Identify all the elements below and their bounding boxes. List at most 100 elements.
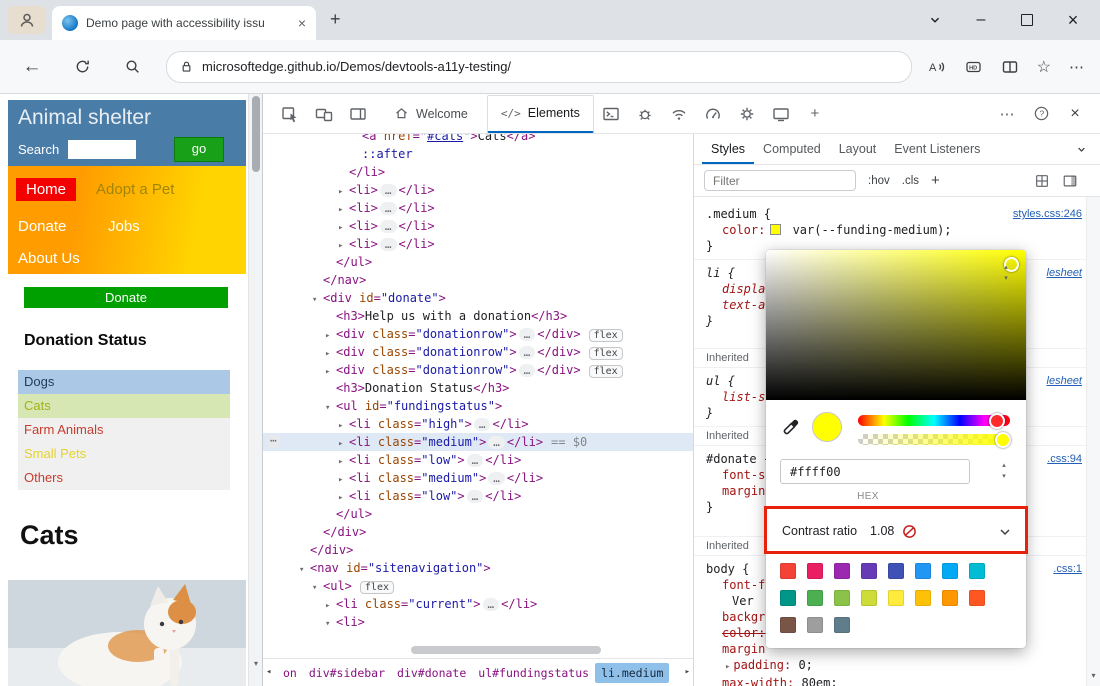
palette-swatch[interactable]	[780, 617, 796, 633]
collapsed-content-button[interactable]: …	[467, 490, 484, 503]
dom-tree-line[interactable]: ▾<div id="donate">	[263, 289, 693, 307]
grid-overlay-icon[interactable]	[1034, 173, 1050, 189]
hex-value-input[interactable]	[780, 459, 970, 484]
dom-tree-line[interactable]: </nav>	[263, 271, 693, 289]
dom-tree-line[interactable]: <h3>Donation Status</h3>	[263, 379, 693, 397]
palette-swatch[interactable]	[834, 617, 850, 633]
palette-swatch[interactable]	[861, 590, 877, 606]
breadcrumb-item[interactable]: div#sidebar	[303, 663, 391, 683]
css-property[interactable]: max-width: 80em;	[706, 675, 1086, 686]
browser-tab[interactable]: Demo page with accessibility issu ×	[52, 6, 316, 40]
new-style-rule-button[interactable]: +	[931, 172, 940, 189]
tab-elements[interactable]: </> Elements	[487, 95, 594, 133]
tree-horizontal-scrollbar-thumb[interactable]	[411, 646, 601, 654]
nav-about-us[interactable]: About Us	[18, 250, 80, 267]
palette-up-icon[interactable]: ▴	[998, 262, 1014, 273]
palette-swatch[interactable]	[969, 563, 985, 579]
breadcrumb-item[interactable]: li.medium	[595, 663, 669, 683]
page-scrollbar-thumb[interactable]	[252, 96, 260, 172]
collapsed-content-button[interactable]: …	[467, 454, 484, 467]
tree-horizontal-scrollbar[interactable]	[263, 642, 693, 658]
cast-button[interactable]	[764, 99, 798, 129]
split-screen-icon[interactable]	[1001, 58, 1019, 76]
palette-swatch[interactable]	[915, 590, 931, 606]
maximize-button[interactable]	[1004, 0, 1050, 40]
cls-toggle[interactable]: .cls	[902, 175, 919, 187]
refresh-button[interactable]	[70, 55, 94, 79]
palette-swatch[interactable]	[888, 590, 904, 606]
back-button[interactable]: ←	[20, 55, 44, 79]
collapsed-content-button[interactable]: …	[488, 436, 505, 449]
computed-sidebar-toggle-icon[interactable]	[1062, 173, 1078, 189]
nav-donate[interactable]: Donate	[18, 218, 66, 235]
palette-swatch[interactable]	[834, 563, 850, 579]
color-swatch[interactable]	[770, 224, 781, 235]
issues-button[interactable]	[628, 99, 662, 129]
palette-swatch[interactable]	[780, 563, 796, 579]
favorites-star-icon[interactable]: ☆	[1037, 57, 1051, 77]
address-bar[interactable]: microsoftedge.github.io/Demos/devtools-a…	[166, 51, 912, 83]
feedback-help-button[interactable]: ?	[1024, 99, 1058, 129]
page-scrollbar[interactable]: ▾	[248, 94, 262, 686]
minimize-button[interactable]: –	[958, 0, 1004, 40]
settings-more-icon[interactable]: ⋯	[1069, 58, 1084, 76]
dom-tree-line[interactable]: ⋯▸<li class="medium">…</li>== $0	[263, 433, 693, 451]
breadcrumb-left-arrow-icon[interactable]: ◂	[266, 667, 271, 677]
dom-tree-line[interactable]: ▸<div class="donationrow">…</div>flex	[263, 325, 693, 343]
breadcrumb-item[interactable]: div#donate	[391, 663, 472, 683]
site-search-input[interactable]	[68, 140, 136, 159]
dom-tree-line[interactable]: </li>	[263, 163, 693, 181]
dom-tree-line[interactable]: ▸<li class="medium">…</li>	[263, 469, 693, 487]
current-color-swatch[interactable]	[812, 412, 842, 442]
dom-tree-line[interactable]: ▸<li class="low">…</li>	[263, 451, 693, 469]
sidebar-tab-computed[interactable]: Computed	[754, 134, 830, 164]
css-property[interactable]: color: var(--funding-medium);	[706, 222, 1086, 238]
palette-swatch[interactable]	[834, 590, 850, 606]
dom-tree-line[interactable]: ▸<li>…</li>	[263, 235, 693, 253]
dom-tree-line[interactable]: ▸<div class="donationrow">…</div>flex	[263, 343, 693, 361]
palette-swatch[interactable]	[807, 617, 823, 633]
collapsed-content-button[interactable]: …	[488, 472, 505, 485]
sidebar-tab-styles[interactable]: Styles	[702, 134, 754, 164]
nav-jobs[interactable]: Jobs	[108, 218, 140, 235]
palette-swatch[interactable]	[969, 590, 985, 606]
nav-adopt-a-pet[interactable]: Adopt a Pet	[96, 181, 174, 198]
more-tools-icon[interactable]: ⋯	[990, 99, 1024, 129]
stylesheet-link[interactable]: .css:94	[1047, 451, 1082, 467]
network-conditions-button[interactable]	[662, 99, 696, 129]
hov-toggle[interactable]: :hov	[868, 175, 890, 187]
sidebar-tabs-chevron-icon[interactable]	[1075, 143, 1088, 159]
collapsed-content-button[interactable]: …	[519, 364, 536, 377]
dom-tree-line[interactable]: ▸<li>…</li>	[263, 181, 693, 199]
stepper-down-icon[interactable]: ▾	[995, 471, 1013, 482]
dom-tree-line[interactable]: </ul>	[263, 253, 693, 271]
collapsed-content-button[interactable]: …	[380, 202, 397, 215]
eyedropper-icon[interactable]	[780, 416, 802, 443]
palette-swatch[interactable]	[942, 590, 958, 606]
dom-tree-line[interactable]: ▸<li>…</li>	[263, 217, 693, 235]
dom-tree-line[interactable]: ▸<li class="low">…</li>	[263, 487, 693, 505]
stepper-up-icon[interactable]: ▴	[995, 460, 1013, 471]
alpha-slider[interactable]	[858, 434, 1010, 445]
styles-filter-input[interactable]	[704, 170, 856, 191]
palette-down-icon[interactable]: ▾	[998, 273, 1014, 284]
collapsed-content-button[interactable]: …	[380, 238, 397, 251]
palette-stepper[interactable]: ▴ ▾	[998, 262, 1014, 284]
tab-close-icon[interactable]: ×	[298, 16, 306, 30]
dom-tree-line[interactable]: </div>	[263, 523, 693, 541]
dock-side-button[interactable]	[341, 99, 375, 129]
dom-tree-line[interactable]: ::after	[263, 145, 693, 163]
performance-button[interactable]	[696, 99, 730, 129]
stylesheet-link[interactable]: lesheet	[1047, 373, 1082, 389]
sidebar-tab-layout[interactable]: Layout	[830, 134, 886, 164]
dom-tree-line[interactable]: <h3>Help us with a donation</h3>	[263, 307, 693, 325]
contrast-ratio-section[interactable]: Contrast ratio 1.08	[766, 508, 1026, 553]
breadcrumb-item[interactable]: on	[277, 663, 303, 683]
collapsed-content-button[interactable]: …	[380, 184, 397, 197]
flex-badge[interactable]: flex	[360, 581, 394, 594]
breadcrumb-item[interactable]: ul#fundingstatus	[472, 663, 595, 683]
shorthand-expand-icon[interactable]: ▸	[725, 662, 730, 672]
dom-tree-line[interactable]: ▾<ul id="fundingstatus">	[263, 397, 693, 415]
collapsed-content-button[interactable]: …	[380, 220, 397, 233]
palette-swatch[interactable]	[861, 563, 877, 579]
